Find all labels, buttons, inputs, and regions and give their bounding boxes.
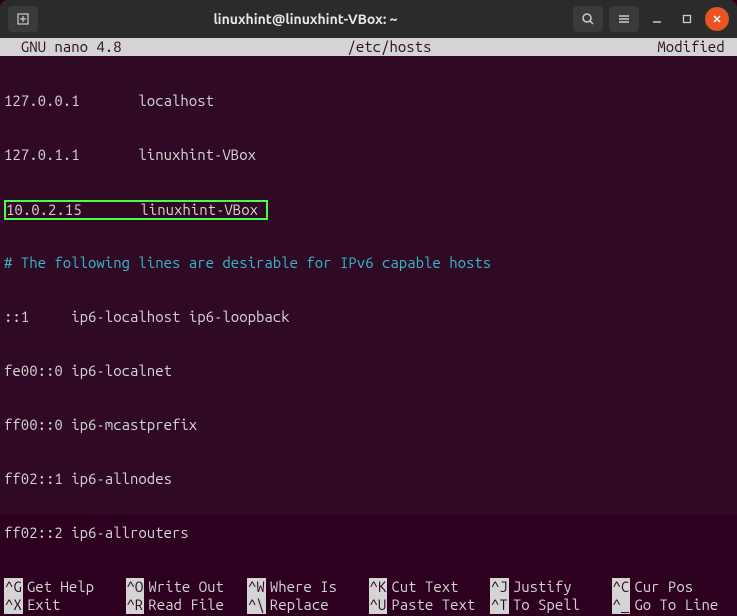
hosts-line: ff02::1 ip6-allnodes	[4, 470, 733, 488]
hosts-line-highlighted: 10.0.2.15 linuxhint-VBox	[4, 200, 733, 218]
nano-editor[interactable]: GNU nano 4.8 /etc/hosts Modified 127.0.0…	[0, 38, 737, 514]
nano-modified-status: Modified	[657, 38, 733, 56]
maximize-button[interactable]	[675, 7, 699, 31]
nano-header-bar: GNU nano 4.8 /etc/hosts Modified	[0, 38, 737, 56]
shortcut-replace: ^\Replace	[247, 596, 369, 614]
shortcut-justify: ^JJustify	[490, 578, 612, 596]
hosts-line: 127.0.0.1 localhost	[4, 92, 733, 110]
hosts-line: 127.0.1.1 linuxhint-VBox	[4, 146, 733, 164]
hosts-line: ff00::0 ip6-mcastprefix	[4, 416, 733, 434]
nano-version: GNU nano 4.8	[4, 38, 122, 56]
minimize-button[interactable]	[645, 7, 669, 31]
highlight-box: 10.0.2.15 linuxhint-VBox	[4, 200, 268, 220]
new-tab-button[interactable]	[8, 6, 38, 32]
shortcut-go-to-line: ^_Go To Line	[612, 596, 734, 614]
shortcut-get-help: ^GGet Help	[4, 578, 126, 596]
titlebar-left-controls	[8, 6, 38, 32]
shortcut-where-is: ^WWhere Is	[247, 578, 369, 596]
file-content[interactable]: 127.0.0.1 localhost 127.0.1.1 linuxhint-…	[0, 56, 737, 578]
shortcut-to-spell: ^TTo Spell	[490, 596, 612, 614]
hosts-comment: # The following lines are desirable for …	[4, 254, 733, 272]
search-button[interactable]	[573, 6, 603, 32]
hosts-line: fe00::0 ip6-localnet	[4, 362, 733, 380]
menu-button[interactable]	[609, 6, 639, 32]
shortcut-cur-pos: ^CCur Pos	[612, 578, 734, 596]
shortcut-write-out: ^OWrite Out	[126, 578, 248, 596]
shortcut-read-file: ^RRead File	[126, 596, 248, 614]
nano-filename: /etc/hosts	[122, 38, 658, 56]
nano-shortcuts-bar: ^GGet Help ^OWrite Out ^WWhere Is ^KCut …	[0, 578, 737, 616]
shortcut-exit: ^XExit	[4, 596, 126, 614]
titlebar-right-controls	[573, 6, 729, 32]
hosts-line: ff02::2 ip6-allrouters	[4, 524, 733, 542]
window-title: linuxhint@linuxhint-VBox: ~	[38, 11, 573, 27]
window-titlebar: linuxhint@linuxhint-VBox: ~	[0, 0, 737, 38]
shortcut-paste-text: ^UPaste Text	[369, 596, 491, 614]
hosts-line: ::1 ip6-localhost ip6-loopback	[4, 308, 733, 326]
close-button[interactable]	[705, 7, 729, 31]
shortcut-cut-text: ^KCut Text	[369, 578, 491, 596]
